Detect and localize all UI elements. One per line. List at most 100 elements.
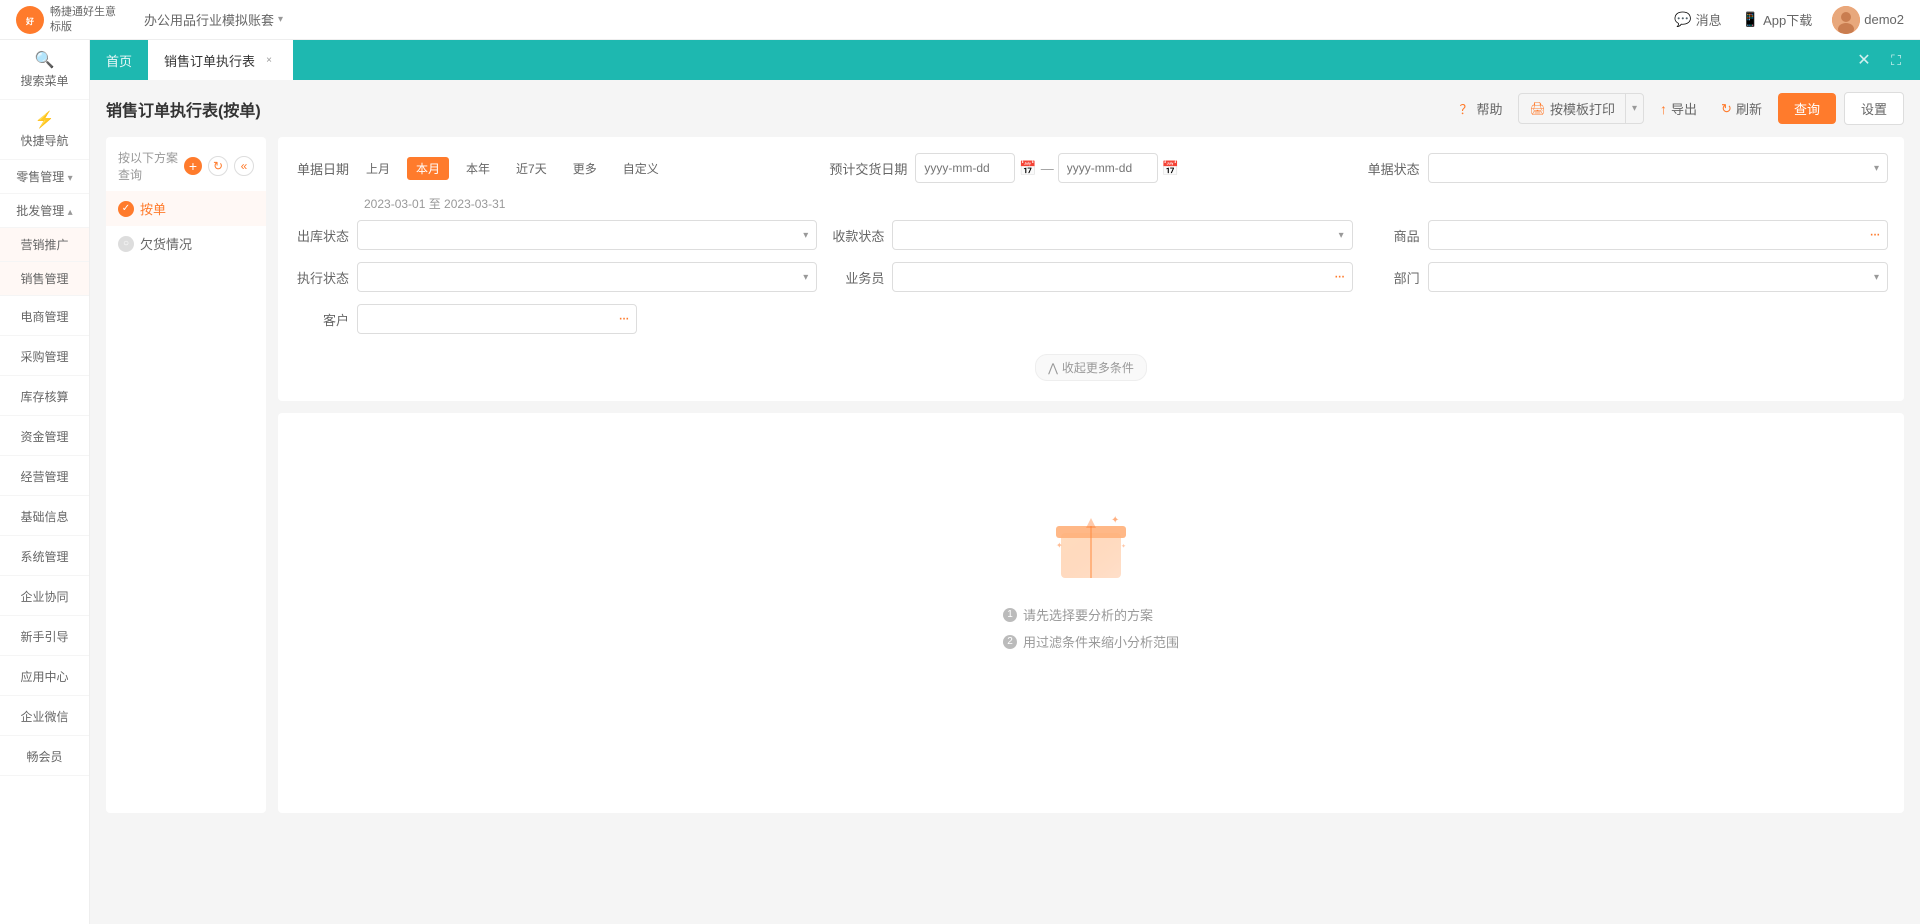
sidebar-label-quick-nav: 快捷导航 [4,132,85,149]
filter-row-3: 执行状态 ▾ 业务员 ··· [294,262,1888,292]
date-btn-this-year[interactable]: 本年 [457,157,499,180]
refresh-icon: ↻ [1721,101,1732,117]
scheme-active-icon: ✓ [118,201,134,217]
sidebar-item-sales[interactable]: 销售管理 [0,262,89,296]
scheme-item-按单[interactable]: ✓ 按单 [106,191,266,226]
add-scheme-button[interactable]: + [184,157,202,175]
filter-row-4: 客户 ··· [294,304,1888,334]
expected-date-end-input[interactable] [1058,153,1158,183]
sidebar-item-finance[interactable]: 资金管理 [0,416,89,456]
sidebar-item-member[interactable]: 畅会员 [0,736,89,776]
collapse-button[interactable]: ⋀ 收起更多条件 [1035,354,1147,381]
print-icon: 🖨 [1529,101,1546,117]
print-button-group: 🖨 按模板打印 ▾ [1518,93,1644,124]
sidebar-item-marketing[interactable]: 营销推广 [0,228,89,262]
user-nav[interactable]: demo2 [1832,6,1904,34]
breadcrumb-text: 办公用品行业模拟账套 [144,10,274,29]
date-btn-this-month[interactable]: 本月 [407,157,449,180]
delivery-status-dropdown[interactable]: ▾ [357,220,817,250]
empty-state: ✦ ✦ ✦ 请先选择要分析的方案 [278,413,1904,739]
message-nav[interactable]: 💬 消息 [1674,10,1721,29]
delivery-arrow-icon: ▾ [803,230,808,241]
filter-row-1: 单据日期 上月 本月 本年 近7天 更多 自定义 [294,153,1888,183]
export-button[interactable]: ↑ 导出 [1652,95,1705,122]
main-container: 🔍 搜索菜单 ⚡ 快捷导航 零售管理 ▾ 批发管理 ▴ 营销推广 销售管理 电商… [0,40,1920,924]
goods-ellipsis-icon: ··· [1869,226,1879,244]
empty-hint-list: 请先选择要分析的方案 用过滤条件来缩小分析范围 [1003,605,1179,659]
date-range-display: 2023-03-01 至 2023-03-31 [294,195,1888,220]
right-panel: 单据日期 上月 本月 本年 近7天 更多 自定义 [278,137,1904,813]
tab-sales-order[interactable]: 销售订单执行表 × [148,40,293,80]
left-panel-title: 按以下方案查询 [118,149,184,183]
sidebar-item-system[interactable]: 系统管理 [0,536,89,576]
payment-status-dropdown[interactable]: ▾ [892,220,1352,250]
results-panel: ✦ ✦ ✦ 请先选择要分析的方案 [278,413,1904,813]
sidebar-label-inventory: 库存核算 [4,388,85,405]
page-content: 销售订单执行表(按单) ？ 帮助 🖨 按模板打印 ▾ ↑ [90,80,1920,924]
customer-ellipsis-icon: ··· [618,310,628,328]
sidebar-item-operations[interactable]: 经营管理 [0,456,89,496]
goods-input[interactable]: ··· [1428,220,1888,250]
svg-text:✦: ✦ [1056,541,1063,550]
empty-hint-1: 请先选择要分析的方案 [1023,605,1153,624]
scheme-item-欠货情况[interactable]: ○ 欠货情况 [106,226,266,261]
header-left: 好 畅捷通好生意 标版 办公用品行业模拟账套 ▾ [16,5,283,34]
sidebar-item-wechat[interactable]: 企业微信 [0,696,89,736]
date-btn-custom[interactable]: 自定义 [614,157,668,180]
sidebar-item-ecommerce[interactable]: 电商管理 [0,296,89,336]
date-btn-more[interactable]: 更多 [564,157,606,180]
filter-cell-salesperson: 业务员 ··· [829,262,1352,292]
left-panel-action-buttons: + ↻ « [184,156,254,176]
top-header: 好 畅捷通好生意 标版 办公用品行业模拟账套 ▾ 💬 消息 📱 App下载 [0,0,1920,40]
help-button[interactable]: ？ 帮助 [1451,95,1510,122]
help-label: 帮助 [1476,99,1502,118]
settings-button[interactable]: 设置 [1844,92,1904,125]
print-button[interactable]: 🖨 按模板打印 [1519,94,1626,123]
empty-hint-2: 用过滤条件来缩小分析范围 [1023,632,1179,651]
print-dropdown-button[interactable]: ▾ [1626,98,1643,119]
expected-date-start-input[interactable] [915,153,1015,183]
sidebar-item-retail[interactable]: 零售管理 ▾ [0,160,89,194]
sidebar-item-purchase[interactable]: 采购管理 [0,336,89,376]
sidebar-label-wholesale: 批发管理 [16,204,64,218]
breadcrumb-arrow-icon: ▾ [278,14,283,25]
refresh-button[interactable]: ↻ 刷新 [1713,95,1770,122]
salesperson-input[interactable]: ··· [892,262,1352,292]
sidebar-item-quick-nav[interactable]: ⚡ 快捷导航 [0,100,89,160]
tab-close-window-button[interactable]: ✕ [1852,48,1876,72]
customer-input[interactable]: ··· [357,304,637,334]
payment-status-label: 收款状态 [829,226,884,245]
breadcrumb[interactable]: 办公用品行业模拟账套 ▾ [144,10,283,29]
sidebar-label-marketing: 营销推广 [20,238,68,252]
sidebar-label-newbie: 新手引导 [4,628,85,645]
date-btn-last-7days[interactable]: 近7天 [507,157,556,180]
wholesale-arrow-icon: ▴ [68,207,73,218]
sidebar-item-newbie[interactable]: 新手引导 [0,616,89,656]
sidebar-item-search[interactable]: 🔍 搜索菜单 [0,40,89,100]
sidebar-label-search: 搜索菜单 [4,72,85,89]
exec-status-dropdown[interactable]: ▾ [357,262,817,292]
scheme-item-label-0: 按单 [140,199,166,218]
dept-dropdown[interactable]: ▾ [1428,262,1888,292]
tab-maximize-button[interactable]: ⛶ [1884,48,1908,72]
tab-close-button[interactable]: × [261,52,277,68]
filter-cell-doc-status: 单据状态 ▾ [1365,153,1888,183]
sidebar-item-wholesale[interactable]: 批发管理 ▴ [0,194,89,228]
tab-bar-right-actions: ✕ ⛶ [1852,48,1920,72]
empty-icon: ✦ ✦ ✦ [1041,493,1141,593]
sidebar-item-enterprise[interactable]: 企业协同 [0,576,89,616]
page-title: 销售订单执行表(按单) [106,97,261,121]
sidebar-item-inventory[interactable]: 库存核算 [0,376,89,416]
refresh-scheme-button[interactable]: ↻ [208,156,228,176]
query-button[interactable]: 查询 [1778,93,1836,124]
doc-status-arrow-icon: ▾ [1874,163,1879,174]
date-btn-last-month[interactable]: 上月 [357,157,399,180]
app-download-nav[interactable]: 📱 App下载 [1742,10,1813,29]
doc-status-dropdown[interactable]: ▾ [1428,153,1888,183]
logo-area[interactable]: 好 畅捷通好生意 标版 [16,5,116,34]
sidebar-item-app-center[interactable]: 应用中心 [0,656,89,696]
sidebar-item-basic-info[interactable]: 基础信息 [0,496,89,536]
collapse-scheme-button[interactable]: « [234,156,254,176]
sidebar-label-wechat: 企业微信 [4,708,85,725]
tab-home[interactable]: 首页 [90,40,148,80]
